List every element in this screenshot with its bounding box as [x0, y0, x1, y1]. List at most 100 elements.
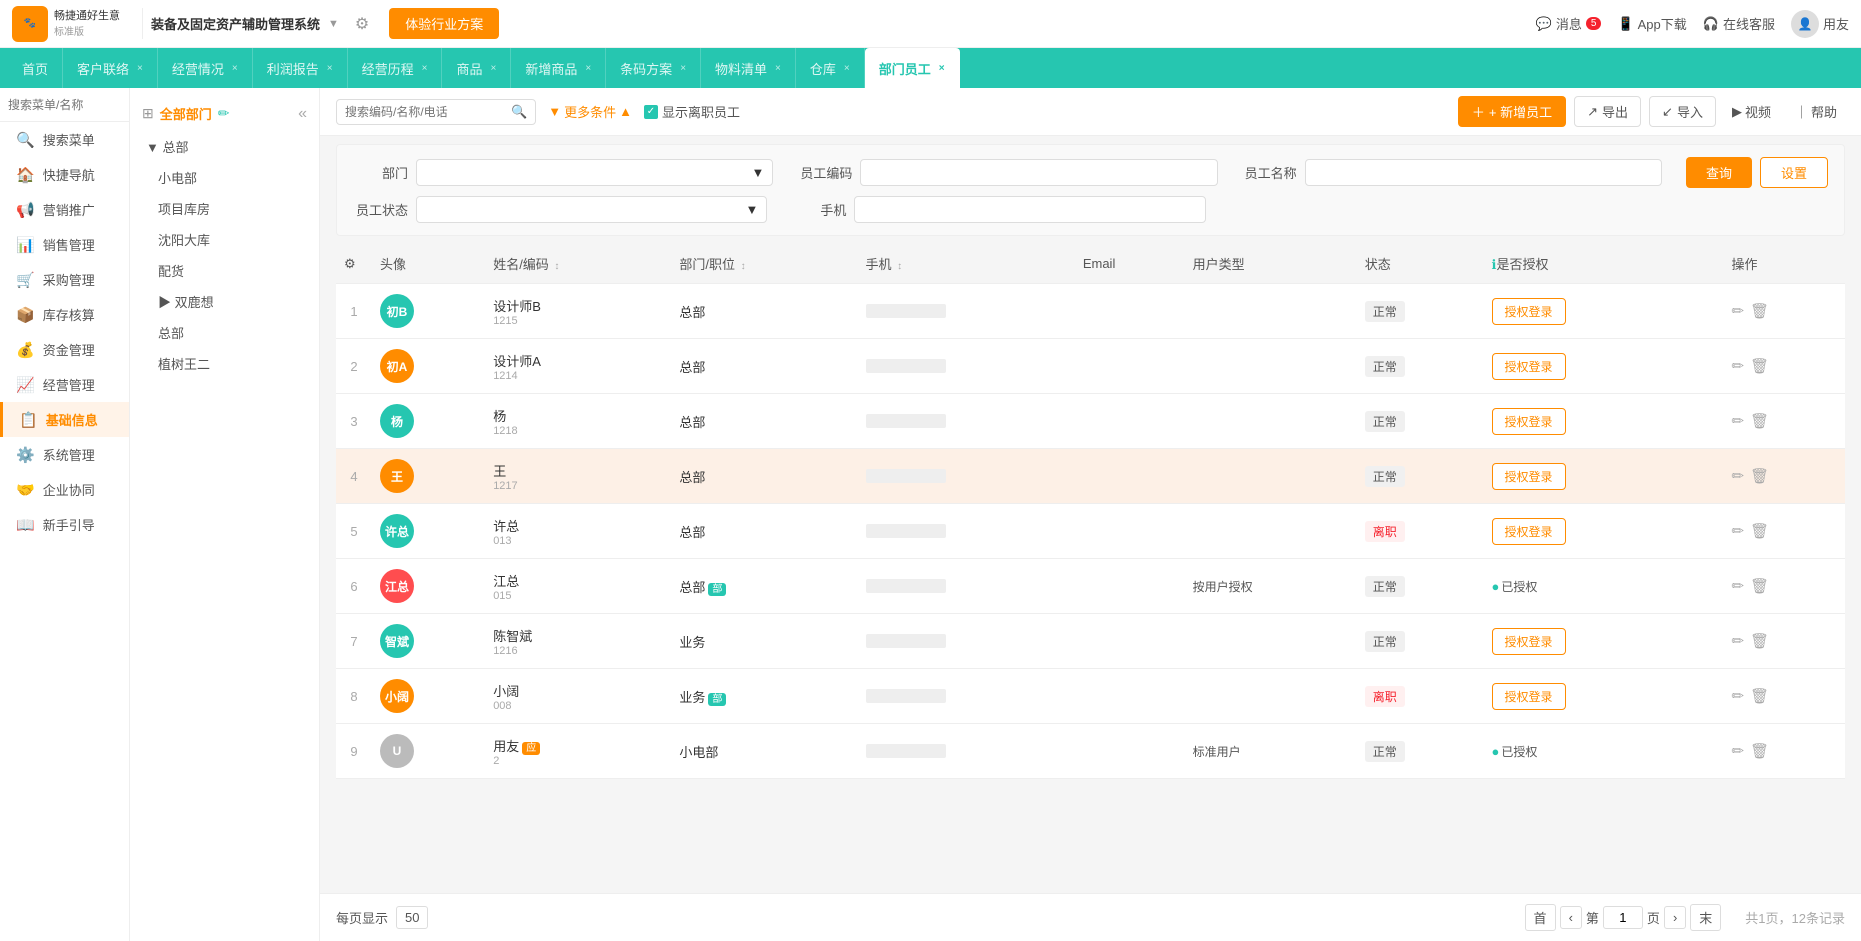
import-button[interactable]: ↙ 导入: [1649, 96, 1716, 127]
emp-status-select[interactable]: ▼: [416, 196, 767, 223]
delete-icon[interactable]: 🗑: [1750, 742, 1769, 760]
sidebar-search[interactable]: 🔍: [0, 88, 129, 122]
view-button[interactable]: ▶ 视频: [1724, 97, 1779, 126]
per-page-value[interactable]: 50: [396, 906, 428, 929]
sidebar-item-新手引导[interactable]: 📖新手引导: [0, 507, 129, 542]
nav-tab-首页[interactable]: 首页: [8, 48, 63, 88]
last-page-button[interactable]: 末: [1690, 904, 1721, 931]
edit-icon[interactable]: ✏: [1732, 467, 1745, 485]
auth-button[interactable]: 授权登录: [1492, 518, 1566, 545]
first-page-button[interactable]: 首: [1525, 904, 1556, 931]
nav-tab-物料清单[interactable]: 物料清单 ×: [701, 48, 796, 88]
sidebar-search-input[interactable]: [8, 98, 130, 112]
auth-button[interactable]: 授权登录: [1492, 353, 1566, 380]
nav-tab-商品[interactable]: 商品 ×: [442, 48, 511, 88]
tab-close-icon[interactable]: ×: [137, 63, 143, 74]
dept-tree-item-双鹿想[interactable]: ▶ 双鹿想: [130, 286, 319, 317]
sidebar-item-资金管理[interactable]: 💰资金管理: [0, 332, 129, 367]
set-button[interactable]: 设置: [1760, 157, 1828, 188]
add-employee-button[interactable]: ＋ + 新增员工: [1458, 96, 1566, 127]
nav-tab-经营情况[interactable]: 经营情况 ×: [158, 48, 253, 88]
delete-icon[interactable]: 🗑: [1750, 302, 1769, 320]
sidebar-item-基础信息[interactable]: 📋基础信息: [0, 402, 129, 437]
dept-tree-item-项目库房[interactable]: 项目库房: [130, 193, 319, 224]
nav-tab-客户联络[interactable]: 客户联络 ×: [63, 48, 158, 88]
dept-tree-item-总部[interactable]: ▼ 总部: [130, 131, 319, 162]
search-input[interactable]: [345, 105, 505, 119]
delete-icon[interactable]: 🗑: [1750, 577, 1769, 595]
edit-icon[interactable]: ✏: [1732, 742, 1745, 760]
delete-icon[interactable]: 🗑: [1750, 687, 1769, 705]
dept-tree-item-沈阳大库[interactable]: 沈阳大库: [130, 224, 319, 255]
tab-close-icon[interactable]: ×: [585, 63, 591, 74]
dept-tree-item-配货[interactable]: 配货: [130, 255, 319, 286]
dept-all-label[interactable]: 全部部门: [160, 104, 212, 123]
delete-icon[interactable]: 🗑: [1750, 412, 1769, 430]
auth-button[interactable]: 授权登录: [1492, 298, 1566, 325]
sidebar-item-搜索菜单[interactable]: 🔍搜索菜单: [0, 122, 129, 157]
sidebar-item-营销推广[interactable]: 📢营销推广: [0, 192, 129, 227]
delete-icon[interactable]: 🗑: [1750, 522, 1769, 540]
user-avatar-button[interactable]: 👤 用友: [1791, 10, 1849, 38]
tab-close-icon[interactable]: ×: [490, 63, 496, 74]
nav-tab-条码方案[interactable]: 条码方案 ×: [606, 48, 701, 88]
emp-code-input[interactable]: [860, 159, 1217, 186]
dept-tree-item-总部[interactable]: 总部: [130, 317, 319, 348]
sidebar-item-库存核算[interactable]: 📦库存核算: [0, 297, 129, 332]
auth-button[interactable]: 授权登录: [1492, 628, 1566, 655]
auth-button[interactable]: 授权登录: [1492, 683, 1566, 710]
title-dropdown-icon[interactable]: ▼: [328, 18, 339, 30]
next-page-button[interactable]: ›: [1664, 906, 1686, 929]
show-resigned-toggle[interactable]: ✓ 显示离职员工: [644, 102, 740, 121]
delete-icon[interactable]: 🗑: [1750, 467, 1769, 485]
export-button[interactable]: ↗ 导出: [1574, 96, 1641, 127]
sidebar-item-采购管理[interactable]: 🛒采购管理: [0, 262, 129, 297]
tab-close-icon[interactable]: ×: [775, 63, 781, 74]
edit-icon[interactable]: ✏: [1732, 632, 1745, 650]
online-service-button[interactable]: 🎧 在线客服: [1703, 14, 1775, 33]
sidebar-item-销售管理[interactable]: 📊销售管理: [0, 227, 129, 262]
edit-icon[interactable]: ✏: [1732, 357, 1745, 375]
phone-input[interactable]: [854, 196, 1205, 223]
delete-icon[interactable]: 🗑: [1750, 632, 1769, 650]
nav-tab-仓库[interactable]: 仓库 ×: [796, 48, 865, 88]
settings-icon[interactable]: ⚙: [355, 14, 369, 34]
emp-name-input[interactable]: [1305, 159, 1662, 186]
filter-search-box[interactable]: 🔍: [336, 99, 536, 125]
tab-close-icon[interactable]: ×: [327, 63, 333, 74]
sidebar-item-系统管理[interactable]: ⚙️系统管理: [0, 437, 129, 472]
dept-edit-icon[interactable]: ✏: [218, 105, 230, 122]
nav-tab-利润报告[interactable]: 利润报告 ×: [253, 48, 348, 88]
more-conditions-button[interactable]: ▼ 更多条件 ▲: [548, 102, 632, 121]
sidebar-item-快捷导航[interactable]: 🏠快捷导航: [0, 157, 129, 192]
tab-close-icon[interactable]: ×: [844, 63, 850, 74]
show-resigned-checkbox[interactable]: ✓: [644, 105, 658, 119]
dept-select[interactable]: ▼: [416, 159, 773, 186]
auth-button[interactable]: 授权登录: [1492, 463, 1566, 490]
nav-tab-部门员工[interactable]: 部门员工 ×: [865, 48, 960, 88]
app-download-button[interactable]: 📱 App下载: [1617, 14, 1686, 33]
dept-collapse-icon[interactable]: «: [298, 105, 307, 123]
edit-icon[interactable]: ✏: [1732, 412, 1745, 430]
edit-icon[interactable]: ✏: [1732, 522, 1745, 540]
col-settings[interactable]: ⚙: [336, 244, 372, 284]
tab-close-icon[interactable]: ×: [422, 63, 428, 74]
sidebar-item-经营管理[interactable]: 📈经营管理: [0, 367, 129, 402]
edit-icon[interactable]: ✏: [1732, 302, 1745, 320]
prev-page-button[interactable]: ‹: [1560, 906, 1582, 929]
dept-tree-item-植树王二[interactable]: 植树王二: [130, 348, 319, 379]
try-button[interactable]: 体验行业方案: [389, 8, 499, 39]
page-number-input[interactable]: [1603, 906, 1643, 929]
dept-tree-item-小电部[interactable]: 小电部: [130, 162, 319, 193]
tab-close-icon[interactable]: ×: [232, 63, 238, 74]
edit-icon[interactable]: ✏: [1732, 577, 1745, 595]
edit-icon[interactable]: ✏: [1732, 687, 1745, 705]
tab-close-icon[interactable]: ×: [680, 63, 686, 74]
tab-close-icon[interactable]: ×: [939, 63, 945, 74]
messages-button[interactable]: 💬 消息 5: [1536, 14, 1602, 33]
sidebar-item-企业协同[interactable]: 🤝企业协同: [0, 472, 129, 507]
nav-tab-新增商品[interactable]: 新增商品 ×: [511, 48, 606, 88]
delete-icon[interactable]: 🗑: [1750, 357, 1769, 375]
auth-button[interactable]: 授权登录: [1492, 408, 1566, 435]
query-button[interactable]: 查询: [1686, 157, 1752, 188]
